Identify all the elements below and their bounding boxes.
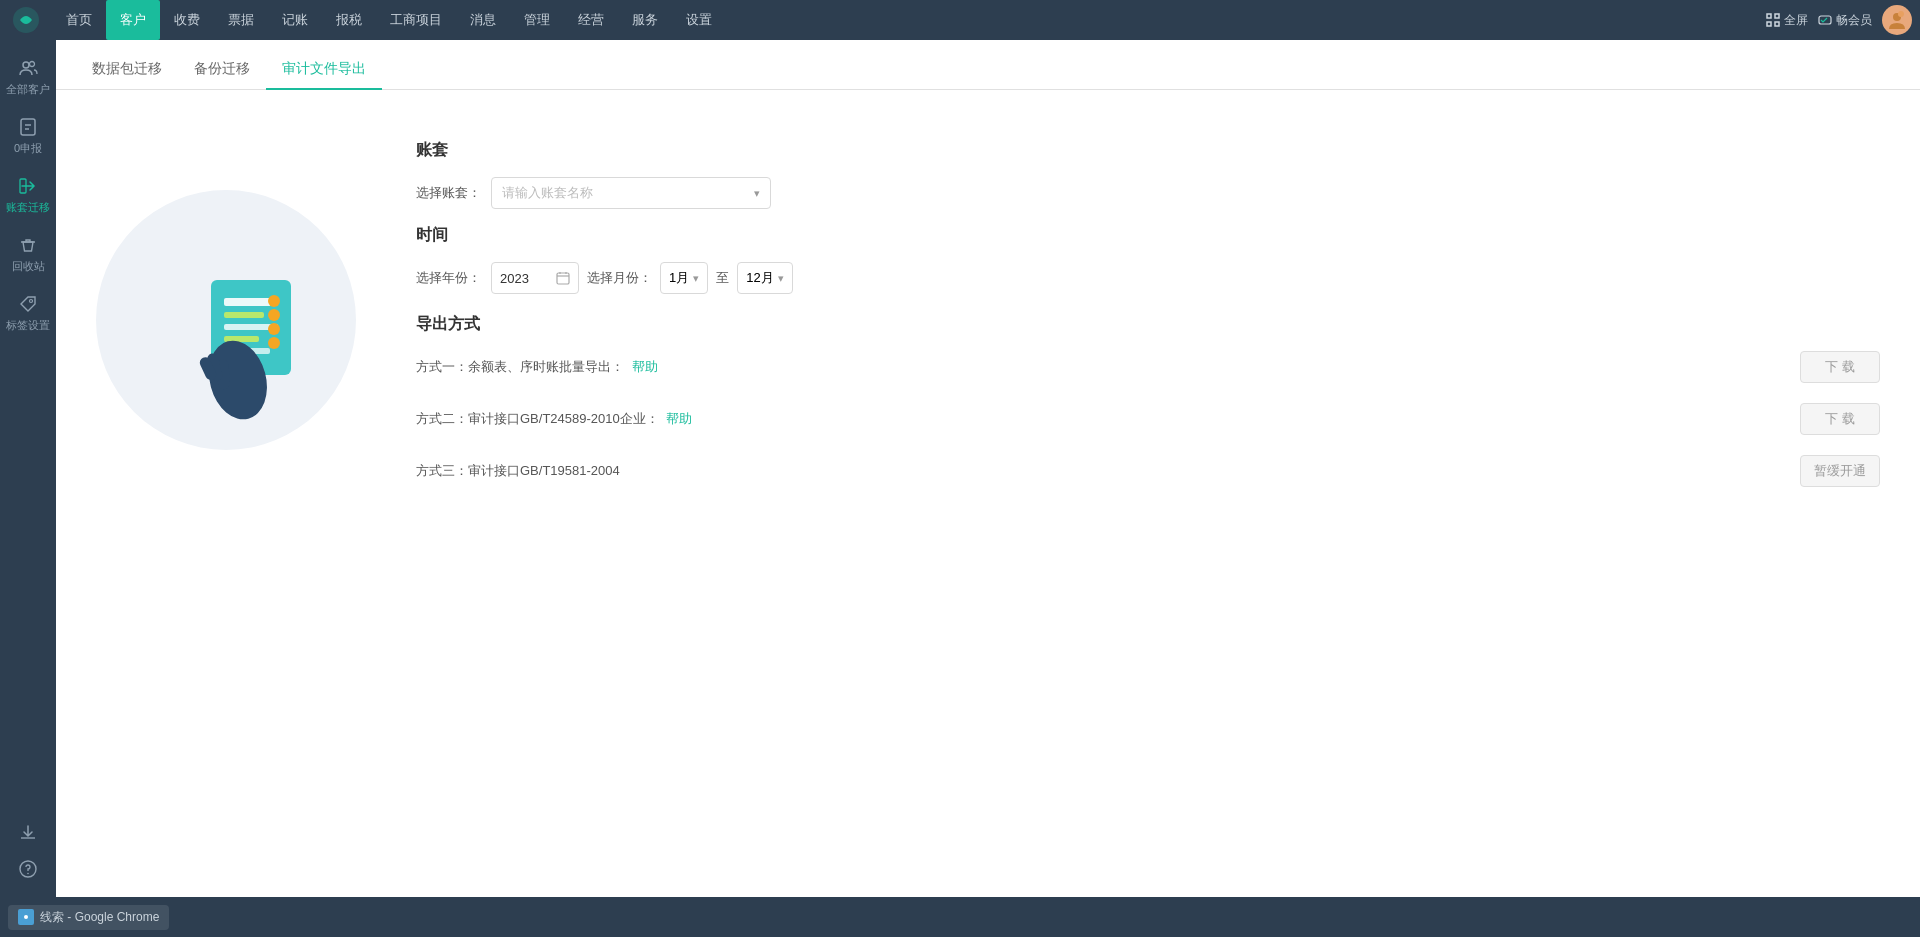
method3-text: 方式三：审计接口GB/T19581-2004 <box>416 462 1790 480</box>
method1-row: 方式一：余额表、序时账批量导出： 帮助 下 载 <box>416 351 1880 383</box>
sidebar-label-migrate: 账套迁移 <box>6 200 50 215</box>
svg-rect-1 <box>1767 14 1771 18</box>
nav-operation[interactable]: 经营 <box>564 0 618 40</box>
method2-help-link[interactable]: 帮助 <box>666 411 692 426</box>
sidebar-item-migrate[interactable]: 账套迁移 <box>0 166 56 225</box>
taskbar: 线索 - Google Chrome <box>0 897 1920 937</box>
tab-backup-migration[interactable]: 备份迁移 <box>178 48 266 90</box>
account-label: 选择账套： <box>416 184 481 202</box>
year-input-wrap[interactable] <box>491 262 579 294</box>
nav-home[interactable]: 首页 <box>52 0 106 40</box>
account-form-row: 选择账套： 请输入账套名称 ▾ <box>416 177 1880 209</box>
tab-bar: 数据包迁移 备份迁移 审计文件导出 <box>56 40 1920 90</box>
chrome-icon <box>18 909 34 925</box>
sidebar: 全部客户 0申报 账套迁移 回收站 <box>0 40 56 897</box>
month-label: 选择月份： <box>587 269 652 287</box>
time-section-title: 时间 <box>416 225 1880 246</box>
fullscreen-btn[interactable]: 全屏 <box>1766 12 1808 29</box>
svg-point-8 <box>23 62 29 68</box>
sidebar-item-all-customers[interactable]: 全部客户 <box>0 48 56 107</box>
svg-rect-10 <box>21 119 35 135</box>
content-area: 数据包迁移 备份迁移 审计文件导出 <box>56 40 1920 897</box>
svg-point-22 <box>268 309 280 321</box>
svg-point-24 <box>268 337 280 349</box>
month-end-select[interactable]: 12月 ▾ 1月2月3月4月 5月6月7月8月 9月10月11月12月 <box>737 262 792 294</box>
nav-bills[interactable]: 票据 <box>214 0 268 40</box>
method2-text: 方式二：审计接口GB/T24589-2010企业： 帮助 <box>416 410 1790 428</box>
svg-rect-3 <box>1767 22 1771 26</box>
svg-rect-29 <box>557 273 569 284</box>
nav-customers[interactable]: 客户 <box>106 0 160 40</box>
vip-label: 畅会员 <box>1836 12 1872 29</box>
svg-point-31 <box>24 915 28 919</box>
app-logo <box>8 2 44 38</box>
taskbar-item-label: 线索 - Google Chrome <box>40 909 159 926</box>
svg-point-14 <box>27 873 29 875</box>
nav-business[interactable]: 工商项目 <box>376 0 456 40</box>
sidebar-label-all-customers: 全部客户 <box>6 82 50 97</box>
account-select-wrap[interactable]: 请输入账套名称 ▾ <box>491 177 771 209</box>
tab-audit-export[interactable]: 审计文件导出 <box>266 48 382 90</box>
top-nav: 首页 客户 收费 票据 记账 报税 工商项目 消息 管理 经营 服务 设置 全屏 <box>0 0 1920 40</box>
year-label: 选择年份： <box>416 269 481 287</box>
sidebar-label-zero-report: 0申报 <box>14 141 42 156</box>
nav-fees[interactable]: 收费 <box>160 0 214 40</box>
nav-manage[interactable]: 管理 <box>510 0 564 40</box>
form-section: 账套 选择账套： 请输入账套名称 ▾ 时间 <box>416 120 1880 520</box>
svg-point-23 <box>268 323 280 335</box>
to-label: 至 <box>716 269 729 287</box>
sidebar-bottom <box>18 817 38 897</box>
year-input[interactable] <box>500 271 550 286</box>
nav-right: 全屏 畅会员 <box>1766 5 1912 35</box>
taskbar-chrome-item[interactable]: 线索 - Google Chrome <box>8 905 169 930</box>
nav-settings[interactable]: 设置 <box>672 0 726 40</box>
account-section-title: 账套 <box>416 140 1880 161</box>
export-methods-title: 导出方式 <box>416 314 1880 335</box>
time-form-row: 选择年份： 选择月份： <box>416 262 1880 294</box>
sidebar-item-recycle[interactable]: 回收站 <box>0 225 56 284</box>
sidebar-item-download[interactable] <box>18 817 38 849</box>
svg-rect-17 <box>224 312 264 318</box>
svg-rect-4 <box>1775 22 1779 26</box>
svg-rect-2 <box>1775 14 1779 18</box>
svg-point-7 <box>1898 11 1904 17</box>
method1-text: 方式一：余额表、序时账批量导出： 帮助 <box>416 358 1790 376</box>
method2-row: 方式二：审计接口GB/T24589-2010企业： 帮助 下 载 <box>416 403 1880 435</box>
nav-service[interactable]: 服务 <box>618 0 672 40</box>
fullscreen-label: 全屏 <box>1784 12 1808 29</box>
tab-data-migration[interactable]: 数据包迁移 <box>76 48 178 90</box>
page-content: 账套 选择账套： 请输入账套名称 ▾ 时间 <box>56 90 1920 897</box>
sidebar-item-tag-settings[interactable]: 标签设置 <box>0 284 56 343</box>
nav-items: 首页 客户 收费 票据 记账 报税 工商项目 消息 管理 经营 服务 设置 <box>52 0 1766 40</box>
illustration-circle <box>96 190 356 450</box>
svg-point-9 <box>30 62 35 67</box>
avatar[interactable] <box>1882 5 1912 35</box>
sidebar-label-recycle: 回收站 <box>12 259 45 274</box>
method2-download-btn[interactable]: 下 载 <box>1800 403 1880 435</box>
time-inputs-row: 选择月份： 1月 ▾ 1月2月3月4月 5月6月7月8月 9月10月11月12月 <box>491 262 793 294</box>
sidebar-item-help[interactable] <box>18 853 38 885</box>
calendar-icon <box>556 271 570 285</box>
nav-tax[interactable]: 报税 <box>322 0 376 40</box>
method3-row: 方式三：审计接口GB/T19581-2004 暂缓开通 <box>416 455 1880 487</box>
nav-messages[interactable]: 消息 <box>456 0 510 40</box>
vip-btn[interactable]: 畅会员 <box>1818 12 1872 29</box>
svg-point-21 <box>268 295 280 307</box>
illustration-area <box>96 120 356 520</box>
month-start-select[interactable]: 1月 ▾ 1月2月3月4月 5月6月7月8月 9月10月11月12月 <box>660 262 708 294</box>
sidebar-item-zero-report[interactable]: 0申报 <box>0 107 56 166</box>
method3-coming-soon-btn[interactable]: 暂缓开通 <box>1800 455 1880 487</box>
method1-download-btn[interactable]: 下 载 <box>1800 351 1880 383</box>
main-layout: 全部客户 0申报 账套迁移 回收站 <box>0 40 1920 897</box>
nav-bookkeeping[interactable]: 记账 <box>268 0 322 40</box>
export-container: 账套 选择账套： 请输入账套名称 ▾ 时间 <box>96 120 1880 520</box>
svg-point-12 <box>30 300 33 303</box>
sidebar-label-tag-settings: 标签设置 <box>6 318 50 333</box>
method1-help-link[interactable]: 帮助 <box>632 359 658 374</box>
